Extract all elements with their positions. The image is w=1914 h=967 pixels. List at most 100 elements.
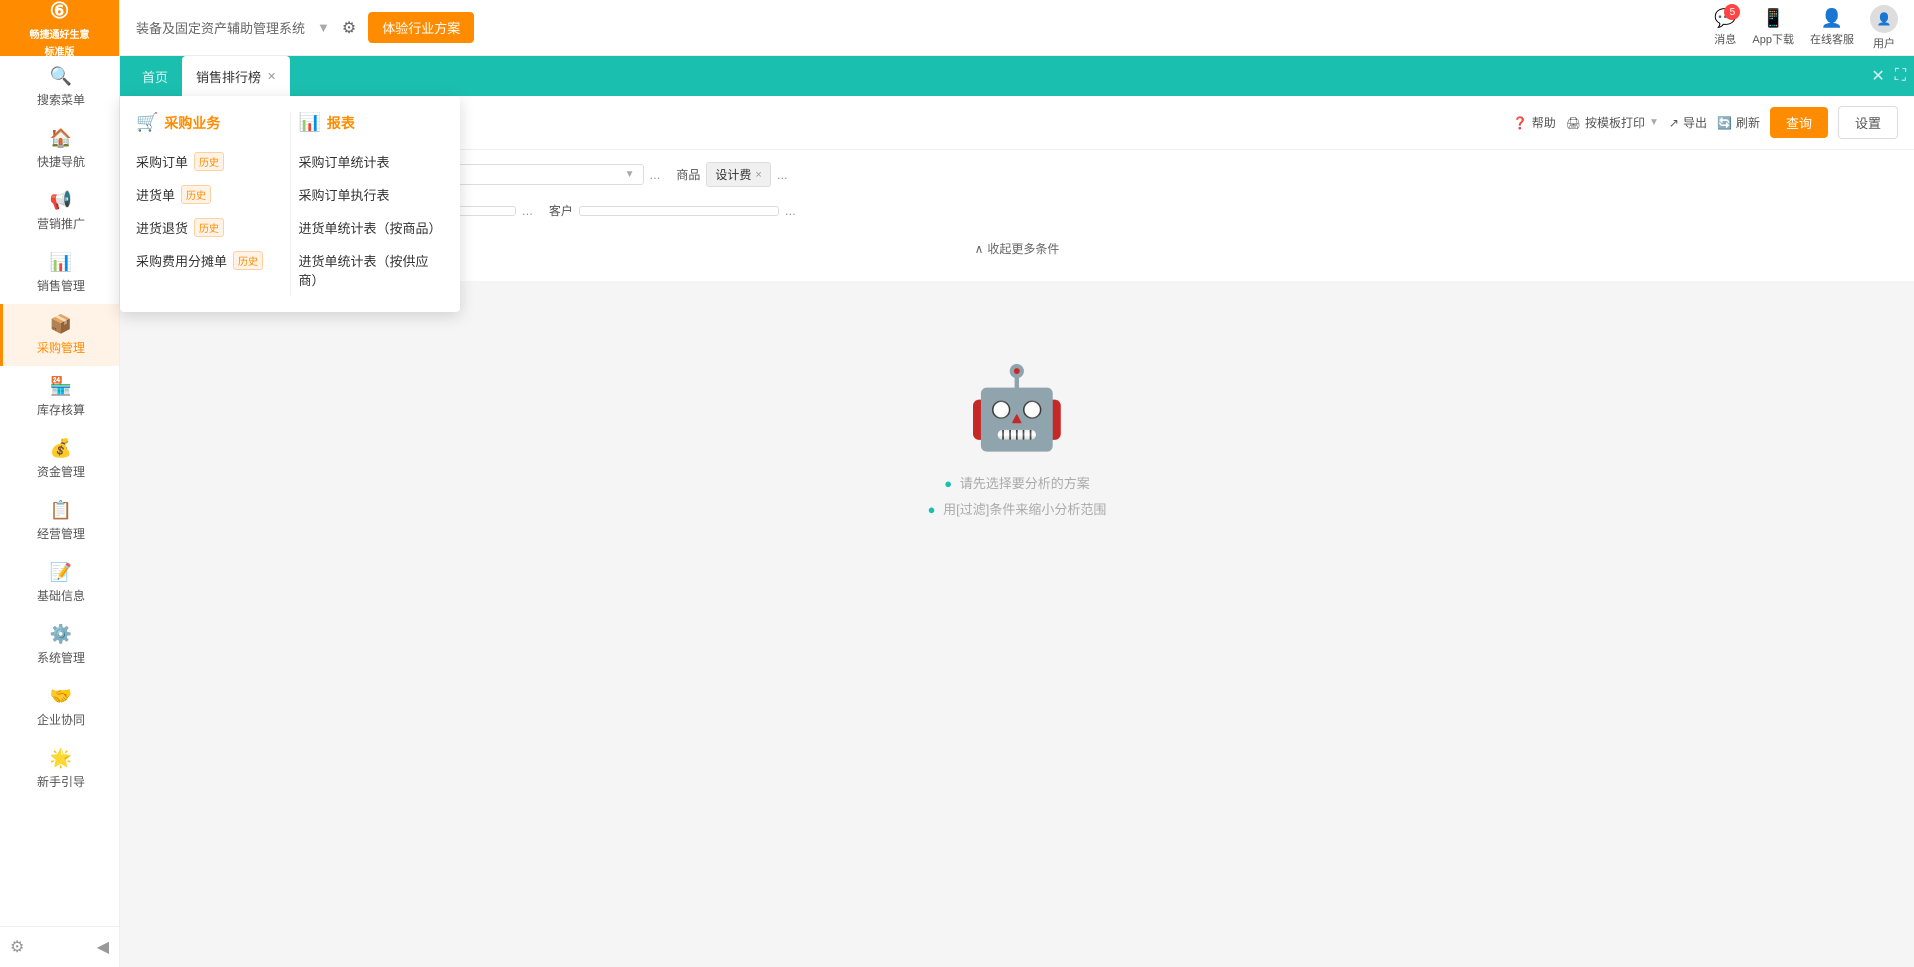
customer-input[interactable] bbox=[579, 206, 779, 216]
notifications-badge: 5 bbox=[1724, 4, 1740, 20]
sidebar-item-inventory-label: 库存核算 bbox=[37, 401, 85, 418]
tabbar-close-icon[interactable]: ✕ bbox=[1871, 66, 1884, 86]
goods-filter: 商品 设计费 × ... bbox=[676, 162, 787, 187]
sidebar-item-guide[interactable]: 🌟 新手引导 bbox=[0, 738, 119, 800]
expense-label: 采购费用分摊单 bbox=[136, 251, 227, 270]
sidebar-item-enterprise-label: 企业协同 bbox=[37, 711, 85, 728]
print-arrow-icon: ▼ bbox=[1649, 117, 1659, 128]
goods-tag[interactable]: 设计费 × bbox=[706, 162, 770, 187]
menu-item-incoming-stats-supplier[interactable]: 进货单统计表（按供应商） bbox=[299, 244, 445, 296]
goods-tag-close-icon[interactable]: × bbox=[755, 169, 761, 181]
home-icon: 🏠 bbox=[50, 128, 72, 149]
report-menu-col: 📊 报表 采购订单统计表 采购订单执行表 进货单统计表（按商品） 进货单统计表（… bbox=[299, 112, 445, 296]
menu-item-incoming-stats-goods[interactable]: 进货单统计表（按商品） bbox=[299, 211, 445, 244]
app-logo: ⑥ 畅捷通好生意 标准版 bbox=[0, 0, 119, 56]
settings-bottom-icon[interactable]: ⚙ bbox=[10, 937, 24, 957]
sidebar-item-operations[interactable]: 📋 经营管理 bbox=[0, 490, 119, 552]
sidebar-item-quick-nav[interactable]: 🏠 快捷导航 bbox=[0, 118, 119, 180]
refresh-label: 刷新 bbox=[1736, 114, 1760, 131]
system-icon: ⚙️ bbox=[50, 624, 72, 645]
doc-status-input[interactable]: ▼ bbox=[444, 164, 644, 185]
notifications-label: 消息 bbox=[1714, 31, 1736, 47]
goods-label: 商品 bbox=[676, 166, 700, 183]
logo-text: 畅捷通好生意 bbox=[30, 26, 90, 41]
report-section-title: 📊 报表 bbox=[299, 112, 445, 133]
phone-icon: 📱 bbox=[1762, 8, 1784, 29]
sidebar-bottom: ⚙ ◀ bbox=[0, 926, 119, 967]
header-gear-icon[interactable]: ⚙ bbox=[342, 18, 356, 38]
menu-item-return[interactable]: 进货退货 历史 bbox=[136, 211, 282, 244]
notifications-item[interactable]: 💬 5 消息 bbox=[1714, 8, 1736, 47]
sidebar-item-search[interactable]: 🔍 搜索菜单 bbox=[0, 56, 119, 118]
purchase-menu-icon: 🛒 bbox=[136, 112, 158, 133]
menu-item-expense[interactable]: 采购费用分摊单 历史 bbox=[136, 244, 282, 277]
customer-label: 客户 bbox=[549, 202, 573, 219]
menu-divider bbox=[290, 112, 291, 296]
print-label: 按模板打印 bbox=[1585, 114, 1645, 131]
query-button[interactable]: 查询 bbox=[1770, 107, 1828, 138]
refresh-button[interactable]: 🔄 刷新 bbox=[1717, 114, 1760, 131]
sidebar-item-basic-info[interactable]: 📝 基础信息 bbox=[0, 552, 119, 614]
sidebar-item-enterprise[interactable]: 🤝 企业协同 bbox=[0, 676, 119, 738]
sidebar-item-sales[interactable]: 📊 销售管理 bbox=[0, 242, 119, 304]
tabbar-expand-icon[interactable]: ⛶ bbox=[1895, 67, 1906, 85]
user-item[interactable]: 👤 用户 bbox=[1870, 5, 1898, 51]
finance-icon: 💰 bbox=[50, 438, 72, 459]
empty-state: 🤖 ● 请先选择要分析的方案 ● 用[过滤]条件来缩小分析范围 bbox=[120, 281, 1914, 603]
purchase-icon: 📦 bbox=[50, 314, 72, 335]
app-download-item[interactable]: 📱 App下载 bbox=[1752, 8, 1794, 47]
header: 装备及固定资产辅助管理系统 ▼ ⚙ 体验行业方案 💬 5 消息 📱 App下载 … bbox=[120, 0, 1914, 56]
system-title: 装备及固定资产辅助管理系统 bbox=[136, 18, 305, 37]
incoming-badge: 历史 bbox=[181, 185, 211, 204]
help-button[interactable]: ❓ 帮助 bbox=[1513, 114, 1556, 131]
tab-home[interactable]: 首页 bbox=[128, 56, 182, 96]
incoming-stats-supplier-label: 进货单统计表（按供应商） bbox=[299, 251, 445, 289]
collapse-label: 收起更多条件 bbox=[987, 240, 1059, 257]
tab-home-label: 首页 bbox=[142, 67, 168, 86]
sidebar-item-finance[interactable]: 💰 资金管理 bbox=[0, 428, 119, 490]
inventory-icon: 🏪 bbox=[50, 376, 72, 397]
help-icon: ❓ bbox=[1513, 116, 1528, 130]
tab-sales-rank-label: 销售排行榜 bbox=[196, 67, 261, 86]
purchase-order-badge: 历史 bbox=[194, 152, 224, 171]
doc-status-dots[interactable]: ... bbox=[650, 167, 661, 182]
sidebar-item-marketing[interactable]: 📢 营销推广 bbox=[0, 180, 119, 242]
service-icon: 👤 bbox=[1821, 8, 1843, 29]
incoming-stats-goods-label: 进货单统计表（按商品） bbox=[299, 218, 442, 237]
goods-dots[interactable]: ... bbox=[777, 167, 788, 182]
customer-dots[interactable]: ... bbox=[785, 203, 796, 218]
sidebar-item-purchase[interactable]: 📦 采购管理 bbox=[0, 304, 119, 366]
print-button[interactable]: 🖨 按模板打印 ▼ bbox=[1566, 114, 1659, 131]
online-service-item[interactable]: 👤 在线客服 bbox=[1810, 8, 1854, 47]
settings-button[interactable]: 设置 bbox=[1838, 106, 1898, 139]
toolbar-actions: ❓ 帮助 🖨 按模板打印 ▼ ↗ 导出 🔄 刷新 查询 设置 bbox=[1513, 106, 1898, 139]
collapse-sidebar-icon[interactable]: ◀ bbox=[97, 937, 109, 957]
user-label: 用户 bbox=[1873, 35, 1895, 51]
purchase-order-label: 采购订单 bbox=[136, 152, 188, 171]
menu-item-order-stats[interactable]: 采购订单统计表 bbox=[299, 145, 445, 178]
sidebar: ⑥ 畅捷通好生意 标准版 🔍 搜索菜单 🏠 快捷导航 📢 营销推广 📊 销售管理… bbox=[0, 0, 120, 967]
export-button[interactable]: ↗ 导出 bbox=[1669, 114, 1707, 131]
menu-item-order-exec[interactable]: 采购订单执行表 bbox=[299, 178, 445, 211]
industry-plan-button[interactable]: 体验行业方案 bbox=[368, 12, 474, 43]
collapse-arrow-icon: ∧ bbox=[975, 242, 984, 256]
menu-item-incoming[interactable]: 进货单 历史 bbox=[136, 178, 282, 211]
operations-icon: 📋 bbox=[50, 500, 72, 521]
tab-sales-rank[interactable]: 销售排行榜 ✕ bbox=[182, 56, 290, 96]
tab-close-icon[interactable]: ✕ bbox=[267, 70, 276, 83]
header-dropdown-arrow[interactable]: ▼ bbox=[317, 20, 330, 35]
help-label: 帮助 bbox=[1532, 114, 1556, 131]
export-label: 导出 bbox=[1683, 114, 1707, 131]
header-right: 💬 5 消息 📱 App下载 👤 在线客服 👤 用户 bbox=[1714, 5, 1898, 51]
sidebar-item-system[interactable]: ⚙️ 系统管理 bbox=[0, 614, 119, 676]
logo-icon: ⑥ bbox=[50, 0, 70, 24]
sidebar-item-sales-label: 销售管理 bbox=[37, 277, 85, 294]
sidebar-item-guide-label: 新手引导 bbox=[37, 773, 85, 790]
menu-item-purchase-order[interactable]: 采购订单 历史 bbox=[136, 145, 282, 178]
empty-robot-icon: 🤖 bbox=[967, 361, 1067, 455]
sidebar-item-inventory[interactable]: 🏪 库存核算 bbox=[0, 366, 119, 428]
salesperson-dots[interactable]: ... bbox=[522, 203, 533, 218]
export-icon: ↗ bbox=[1669, 116, 1679, 130]
sidebar-item-search-label: 搜索菜单 bbox=[37, 91, 85, 108]
collapse-button[interactable]: ∧ 收起更多条件 bbox=[955, 234, 1080, 263]
